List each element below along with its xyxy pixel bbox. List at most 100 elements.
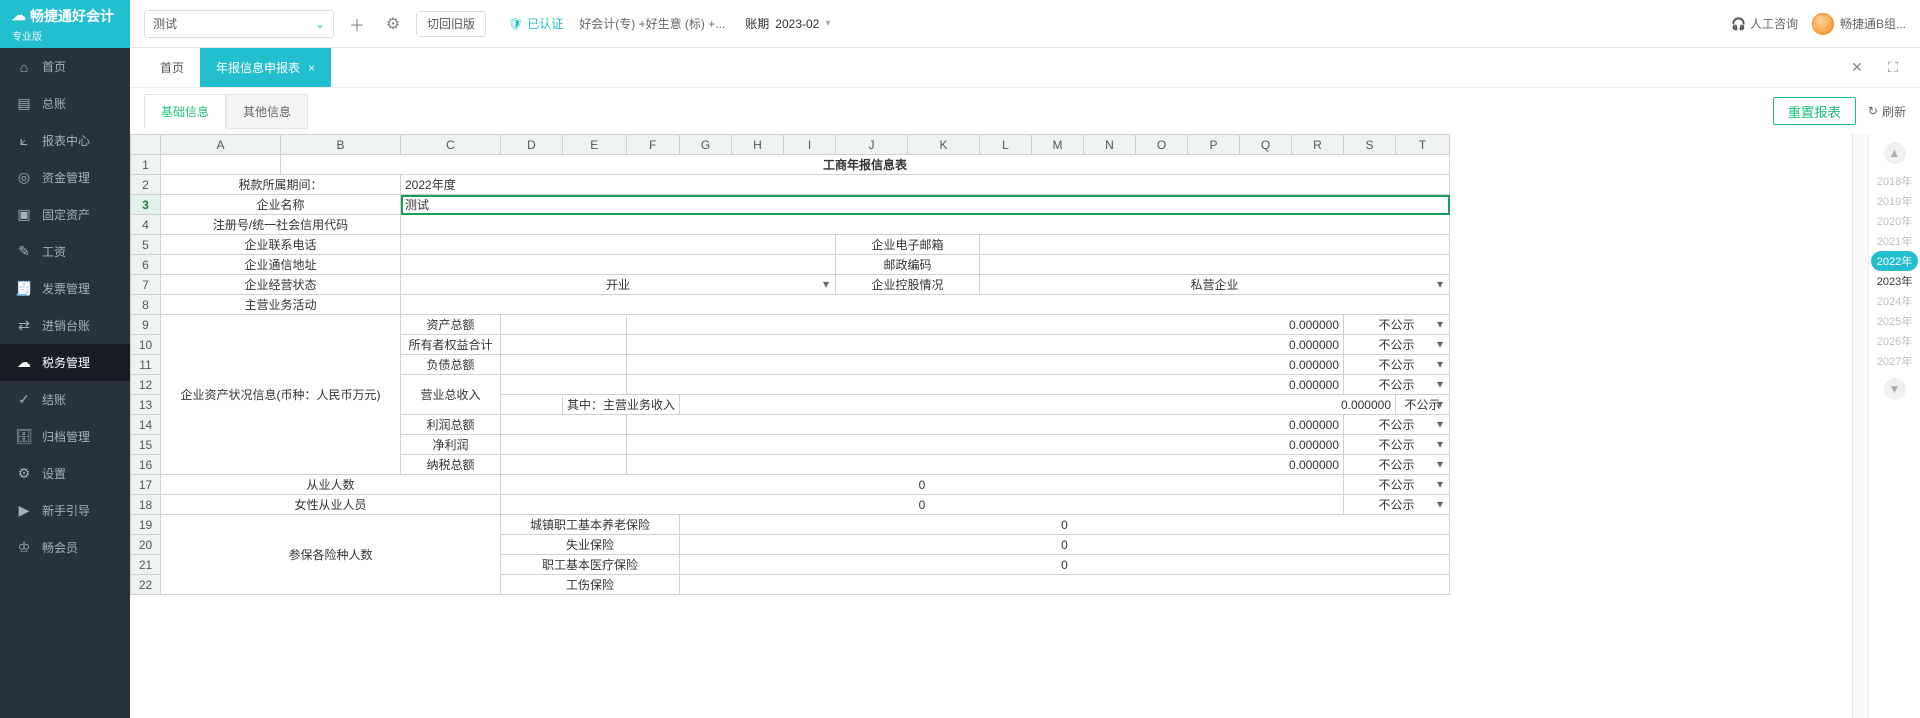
cell[interactable]: 0 [680,535,1450,555]
subtab-basic[interactable]: 基础信息 [144,94,226,129]
year-item[interactable]: 2019年 [1871,191,1918,211]
cell[interactable]: 0 [680,515,1450,535]
year-item[interactable]: 2021年 [1871,231,1918,251]
tax-period-value[interactable]: 2022年度 [401,175,1450,195]
row-header[interactable]: 5 [131,235,161,255]
sidebar-item-10[interactable]: 🗄归档管理 [0,418,130,455]
support-link[interactable]: 🎧人工咨询 [1731,15,1798,32]
col-header[interactable]: F [626,135,679,155]
row-header[interactable]: 21 [131,555,161,575]
subtab-other[interactable]: 其他信息 [226,94,308,129]
sidebar-item-11[interactable]: ⚙设置 [0,455,130,492]
col-header[interactable]: H [732,135,784,155]
row-header[interactable]: 22 [131,575,161,595]
row-header[interactable]: 9 [131,315,161,335]
close-icon[interactable]: × [308,61,315,75]
col-header[interactable]: S [1344,135,1396,155]
cell[interactable] [501,335,627,355]
cell[interactable]: 0 [501,475,1344,495]
year-item[interactable]: 2020年 [1871,211,1918,231]
col-header[interactable]: J [836,135,908,155]
year-item[interactable]: 2023年 [1871,271,1918,291]
cell[interactable] [401,255,836,275]
switch-old-button[interactable]: 切回旧版 [416,11,486,37]
row-header[interactable]: 11 [131,355,161,375]
row-header[interactable]: 2 [131,175,161,195]
fullscreen-button[interactable]: ⛶ [1880,55,1906,81]
cell[interactable] [501,375,627,395]
publish-select[interactable]: 不公示 [1344,315,1450,335]
vertical-scrollbar[interactable] [1852,134,1868,718]
cell[interactable]: 0.000000 [626,435,1343,455]
sidebar-item-8[interactable]: ☁税务管理 [0,344,130,381]
cell[interactable] [401,295,1450,315]
sidebar-item-7[interactable]: ⇄进销台账 [0,307,130,344]
cell[interactable] [161,155,281,175]
sidebar-item-2[interactable]: ⟀报表中心 [0,122,130,159]
publish-select[interactable]: 不公示 [1344,435,1450,455]
cell[interactable]: 0.000000 [626,335,1343,355]
cell[interactable] [401,215,1450,235]
row-header[interactable]: 17 [131,475,161,495]
cell[interactable] [980,255,1450,275]
row-header[interactable]: 15 [131,435,161,455]
cell[interactable] [501,435,627,455]
row-header[interactable]: 6 [131,255,161,275]
cell[interactable]: 0.000000 [626,355,1343,375]
cell[interactable] [401,235,836,255]
row-header[interactable]: 7 [131,275,161,295]
row-header[interactable]: 1 [131,155,161,175]
company-name-value[interactable]: 测试 [401,195,1450,215]
cell[interactable]: 0.000000 [626,455,1343,475]
sidebar-item-9[interactable]: ✓结账 [0,381,130,418]
reset-report-button[interactable]: 重置报表 [1773,97,1856,125]
row-header[interactable]: 4 [131,215,161,235]
col-header[interactable]: M [1032,135,1084,155]
col-header[interactable]: R [1292,135,1344,155]
col-header[interactable]: O [1136,135,1188,155]
row-header[interactable]: 20 [131,535,161,555]
page-tab-1[interactable]: 年报信息申报表× [200,48,331,87]
cell[interactable] [501,355,627,375]
col-header[interactable]: N [1084,135,1136,155]
publish-select[interactable]: 不公示 [1344,415,1450,435]
user-menu[interactable]: 畅捷通B组... [1812,13,1906,35]
sidebar-item-3[interactable]: ◎资金管理 [0,159,130,196]
year-item[interactable]: 2018年 [1871,171,1918,191]
cell[interactable]: 0.000000 [626,375,1343,395]
year-item[interactable]: 2022年 [1871,251,1918,271]
publish-select[interactable]: 不公示 [1344,495,1450,515]
col-header[interactable]: E [563,135,627,155]
publish-select[interactable]: 不公示 [1396,395,1450,415]
business-status-select[interactable]: 开业 [401,275,836,295]
sidebar-item-6[interactable]: 🧾发票管理 [0,270,130,307]
page-tab-0[interactable]: 首页 [144,48,200,87]
publish-select[interactable]: 不公示 [1344,375,1450,395]
holding-select[interactable]: 私营企业 [980,275,1450,295]
col-header[interactable]: P [1188,135,1240,155]
row-header[interactable]: 12 [131,375,161,395]
row-header[interactable]: 16 [131,455,161,475]
col-header[interactable]: G [680,135,732,155]
sidebar-item-1[interactable]: ▤总账 [0,85,130,122]
year-item[interactable]: 2025年 [1871,311,1918,331]
col-header[interactable]: Q [1240,135,1292,155]
publish-select[interactable]: 不公示 [1344,475,1450,495]
company-select[interactable]: 测试 ⌄ [144,10,334,38]
refresh-button[interactable]: ↻ 刷新 [1868,103,1906,120]
spreadsheet[interactable]: ABCDEFGHIJKLMNOPQRST1工商年报信息表2税款所属期间：2022… [130,134,1852,718]
row-header[interactable]: 14 [131,415,161,435]
year-item[interactable]: 2026年 [1871,331,1918,351]
cell[interactable]: 0.000000 [626,315,1343,335]
cell[interactable] [980,235,1450,255]
row-header[interactable]: 13 [131,395,161,415]
publish-select[interactable]: 不公示 [1344,355,1450,375]
cell[interactable]: 0 [501,495,1344,515]
col-header[interactable] [131,135,161,155]
cell[interactable] [501,315,627,335]
sidebar-item-13[interactable]: ♔畅会员 [0,529,130,566]
sidebar-item-0[interactable]: ⌂首页 [0,48,130,85]
row-header[interactable]: 19 [131,515,161,535]
col-header[interactable]: A [161,135,281,155]
cell[interactable] [501,455,627,475]
